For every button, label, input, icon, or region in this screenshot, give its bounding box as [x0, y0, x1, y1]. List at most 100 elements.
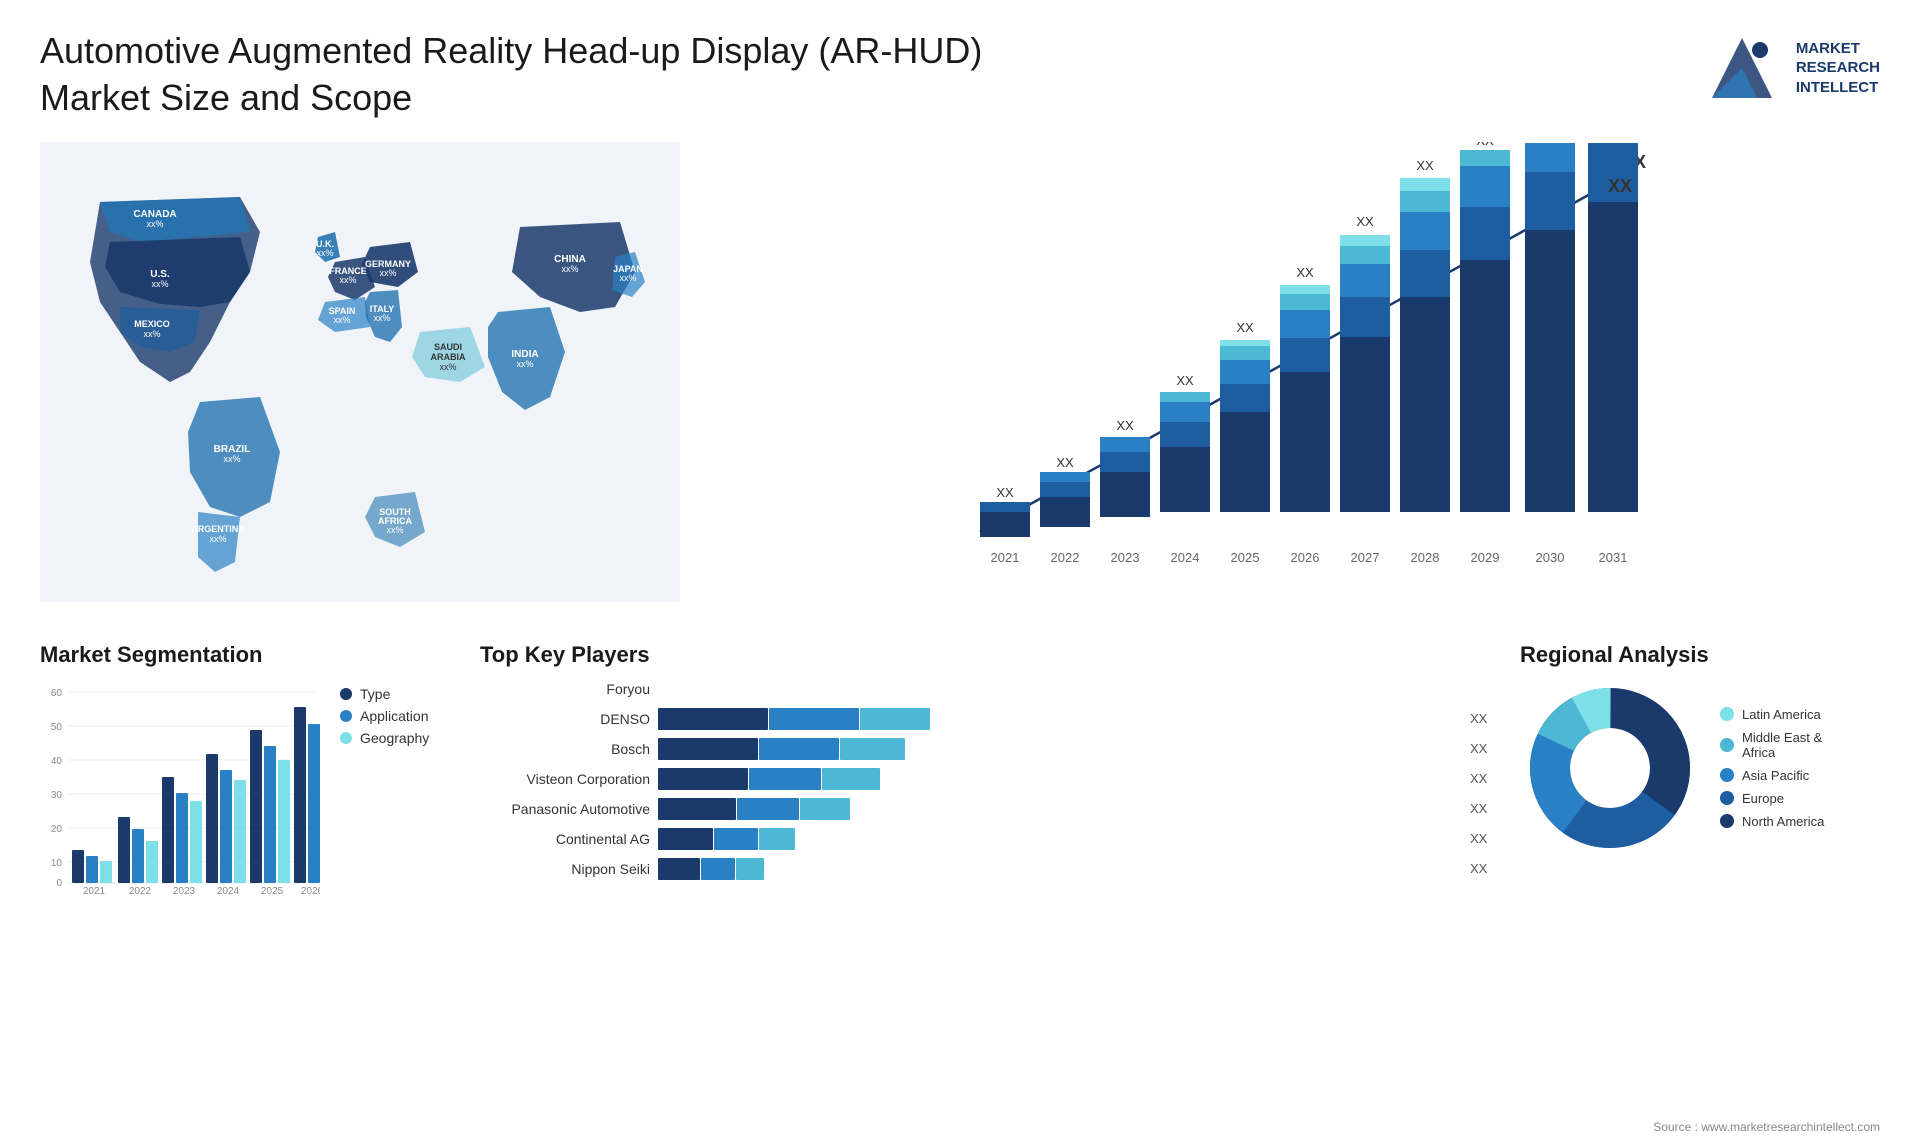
- svg-text:20: 20: [51, 824, 63, 835]
- logo-line1: MARKET: [1796, 39, 1880, 59]
- svg-text:XX: XX: [1236, 320, 1254, 335]
- segmentation-legend: Type Application Geography: [340, 686, 429, 746]
- svg-text:ARABIA: ARABIA: [431, 352, 466, 362]
- svg-text:xx%: xx%: [223, 454, 240, 464]
- player-panasonic: Panasonic Automotive XX: [480, 798, 1500, 820]
- player-bar-seg: [860, 708, 930, 730]
- world-map: CANADA xx% U.S. xx% MEXICO xx% BRAZIL xx…: [40, 142, 680, 602]
- svg-text:XX: XX: [1116, 418, 1134, 433]
- svg-text:2026: 2026: [1291, 550, 1320, 565]
- player-visteon: Visteon Corporation XX: [480, 768, 1500, 790]
- title-line2: Market Size and Scope: [40, 77, 412, 118]
- svg-text:40: 40: [51, 756, 63, 767]
- regional-title: Regional Analysis: [1520, 642, 1880, 668]
- title-line1: Automotive Augmented Reality Head-up Dis…: [40, 30, 982, 71]
- logo-icon: [1702, 28, 1782, 108]
- bottom-section: Market Segmentation 60 50 40 30 20 10 0: [0, 622, 1920, 923]
- label-europe: Europe: [1742, 791, 1784, 806]
- label-north-america: North America: [1742, 814, 1824, 829]
- svg-text:2021: 2021: [991, 550, 1020, 565]
- player-nippon: Nippon Seiki XX: [480, 858, 1500, 880]
- svg-text:xx%: xx%: [373, 313, 390, 323]
- dot-north-america: [1720, 814, 1734, 828]
- svg-text:MEXICO: MEXICO: [134, 319, 170, 329]
- dot-asia-pacific: [1720, 768, 1734, 782]
- svg-text:xx%: xx%: [339, 275, 356, 285]
- svg-text:2029: 2029: [1471, 550, 1500, 565]
- legend-asia-pacific: Asia Pacific: [1720, 768, 1824, 783]
- svg-text:XX: XX: [1416, 158, 1434, 173]
- player-continental: Continental AG XX: [480, 828, 1500, 850]
- svg-text:XX: XX: [1056, 455, 1074, 470]
- player-bosch: Bosch XX: [480, 738, 1500, 760]
- svg-text:10: 10: [51, 858, 63, 869]
- title-block: Automotive Augmented Reality Head-up Dis…: [40, 28, 982, 122]
- svg-text:xx%: xx%: [316, 248, 333, 258]
- svg-text:XX: XX: [1356, 214, 1374, 229]
- regional-section: Regional Analysis: [1520, 642, 1880, 858]
- svg-text:xx%: xx%: [386, 525, 403, 535]
- legend-mea: Middle East &Africa: [1720, 730, 1824, 760]
- legend-label-geography: Geography: [360, 730, 429, 746]
- svg-text:2025: 2025: [1231, 550, 1260, 565]
- svg-text:xx%: xx%: [379, 268, 396, 278]
- dot-mea: [1720, 738, 1734, 752]
- svg-text:xx%: xx%: [516, 359, 533, 369]
- svg-text:2022: 2022: [1051, 550, 1080, 565]
- legend-latin-america: Latin America: [1720, 707, 1824, 722]
- svg-text:XX: XX: [1608, 176, 1632, 196]
- legend-europe: Europe: [1720, 791, 1824, 806]
- player-foryou: Foryou: [480, 678, 1500, 700]
- svg-text:2030: 2030: [1536, 550, 1565, 565]
- header: Automotive Augmented Reality Head-up Dis…: [0, 0, 1920, 142]
- svg-text:xx%: xx%: [143, 329, 160, 339]
- svg-text:SAUDI: SAUDI: [434, 342, 462, 352]
- svg-text:XX: XX: [1476, 142, 1494, 148]
- segmentation-section: Market Segmentation 60 50 40 30 20 10 0: [40, 642, 460, 913]
- legend-dot-geography: [340, 732, 352, 744]
- growth-bar-chart: XX XX 2021 XX 2022 XX 2023 X: [720, 142, 1880, 602]
- page-title: Automotive Augmented Reality Head-up Dis…: [40, 28, 982, 122]
- player-bar-seg: [658, 708, 768, 730]
- legend-north-america: North America: [1720, 814, 1824, 829]
- svg-text:2022: 2022: [129, 886, 152, 897]
- svg-text:xx%: xx%: [561, 264, 578, 274]
- svg-text:2031: 2031: [1599, 550, 1628, 565]
- svg-text:2023: 2023: [173, 886, 196, 897]
- logo-block: MARKET RESEARCH INTELLECT: [1702, 28, 1880, 108]
- svg-text:2025: 2025: [261, 886, 284, 897]
- legend-geography: Geography: [340, 730, 429, 746]
- label-asia-pacific: Asia Pacific: [1742, 768, 1809, 783]
- svg-text:xx%: xx%: [619, 273, 636, 283]
- svg-text:xx%: xx%: [439, 362, 456, 372]
- svg-text:50: 50: [51, 722, 63, 733]
- player-denso: DENSO XX: [480, 708, 1500, 730]
- donut-chart: [1520, 678, 1700, 858]
- svg-text:xx%: xx%: [146, 219, 163, 229]
- key-players-title: Top Key Players: [480, 642, 1500, 668]
- svg-text:XX: XX: [996, 485, 1014, 500]
- legend-type: Type: [340, 686, 429, 702]
- source-text: Source : www.marketresearchintellect.com: [1653, 1120, 1880, 1134]
- segmentation-chart: 60 50 40 30 20 10 0: [40, 678, 320, 908]
- svg-text:2027: 2027: [1351, 550, 1380, 565]
- svg-text:2028: 2028: [1411, 550, 1440, 565]
- dot-europe: [1720, 791, 1734, 805]
- logo-text: MARKET RESEARCH INTELLECT: [1796, 39, 1880, 98]
- map-section: CANADA xx% U.S. xx% MEXICO xx% BRAZIL xx…: [40, 142, 680, 622]
- svg-text:xx%: xx%: [151, 279, 168, 289]
- label-mea: Middle East &Africa: [1742, 730, 1822, 760]
- svg-text:2023: 2023: [1111, 550, 1140, 565]
- svg-text:2024: 2024: [1171, 550, 1200, 565]
- key-players-section: Top Key Players Foryou DENSO XX Bosch XX: [480, 642, 1500, 888]
- legend-dot-application: [340, 710, 352, 722]
- svg-text:XX: XX: [1296, 265, 1314, 280]
- player-bar-seg: [769, 708, 859, 730]
- svg-text:ARGENTINA: ARGENTINA: [191, 524, 245, 534]
- dot-latin-america: [1720, 707, 1734, 721]
- growth-chart-section: XX XX 2021 XX 2022 XX 2023 X: [700, 142, 1880, 622]
- donut-wrapper: Latin America Middle East &Africa Asia P…: [1520, 678, 1880, 858]
- svg-text:60: 60: [51, 688, 63, 699]
- label-latin-america: Latin America: [1742, 707, 1821, 722]
- segmentation-title: Market Segmentation: [40, 642, 460, 668]
